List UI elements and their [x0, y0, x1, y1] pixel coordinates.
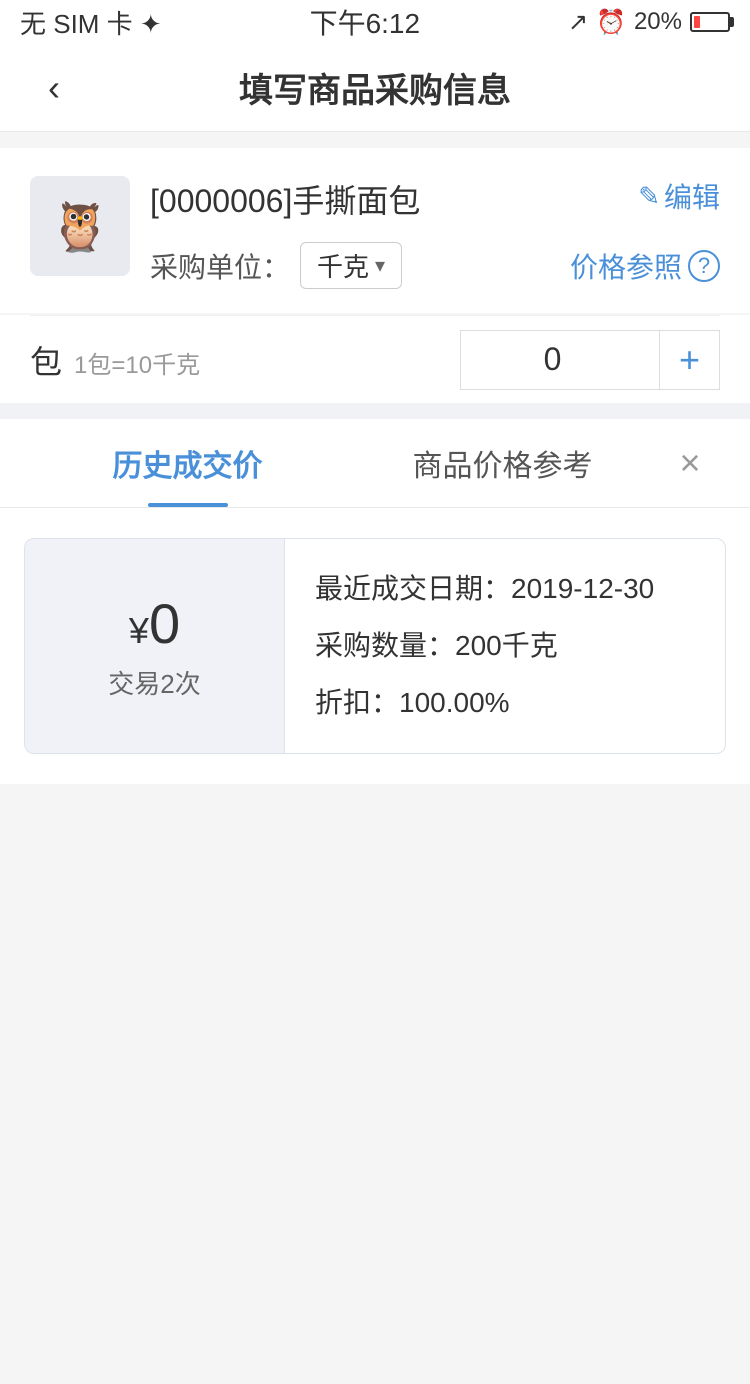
location-icon: ↗: [568, 8, 588, 37]
tab-close-button[interactable]: ×: [660, 433, 720, 493]
history-date-row: 最近成交日期：2019-12-30: [315, 567, 695, 612]
back-button[interactable]: ‹: [24, 58, 84, 118]
product-info: [0000006]手撕面包 ✎ 编辑 采购单位： 千克 ▾ 价格参照: [150, 176, 720, 289]
edit-button[interactable]: ✎ 编辑: [638, 176, 720, 216]
quantity-plus-button[interactable]: +: [660, 330, 720, 390]
history-content: ¥0 交易2次 最近成交日期：2019-12-30 采购数量：200千克 折扣：…: [0, 508, 750, 784]
product-logo-icon: 🦉: [50, 198, 110, 255]
currency-symbol: ¥: [129, 610, 149, 651]
product-name: [0000006]手撕面包: [150, 176, 420, 222]
nav-bar: ‹ 填写商品采购信息: [0, 44, 750, 132]
dropdown-arrow-icon: ▾: [375, 253, 385, 278]
history-card: ¥0 交易2次 最近成交日期：2019-12-30 采购数量：200千克 折扣：…: [24, 538, 726, 754]
history-price-value: ¥0: [129, 591, 180, 656]
status-left: 无 SIM 卡 ✦: [20, 4, 162, 41]
tab-history-price[interactable]: 历史成交价: [30, 419, 345, 507]
edit-icon: ✎: [638, 181, 660, 212]
unit-big: 包: [30, 337, 62, 383]
date-value: 2019-12-30: [511, 573, 654, 604]
tab-panel: 历史成交价 商品价格参考 × ¥0 交易2次 最近成交日期：2019-12-30…: [0, 419, 750, 784]
tab-active-indicator: [148, 503, 228, 507]
page-title: 填写商品采购信息: [239, 63, 511, 112]
section-divider: [0, 403, 750, 419]
status-time: 下午6:12: [310, 2, 421, 42]
quantity-label-text: 采购数量：: [315, 630, 455, 661]
sim-signal: 无 SIM 卡 ✦: [20, 9, 162, 39]
tab-bar: 历史成交价 商品价格参考 ×: [0, 419, 750, 508]
history-price-panel: ¥0 交易2次: [25, 539, 285, 753]
tab-product-price-ref[interactable]: 商品价格参考: [345, 419, 660, 507]
discount-label: 折扣：: [315, 687, 399, 718]
quantity-input[interactable]: [460, 330, 660, 390]
alarm-icon: ⏰: [596, 8, 626, 37]
quantity-detail-value: 200千克: [455, 630, 558, 661]
unit-selector[interactable]: 千克 ▾: [300, 242, 402, 289]
history-trade-count: 交易2次: [108, 664, 200, 701]
history-detail-panel: 最近成交日期：2019-12-30 采购数量：200千克 折扣：100.00%: [285, 539, 725, 753]
quantity-section: 包 1包=10千克 +: [0, 315, 750, 403]
unit-label: 采购单位： 千克 ▾: [150, 242, 402, 289]
history-quantity-row: 采购数量：200千克: [315, 624, 695, 669]
discount-value: 100.00%: [399, 687, 510, 718]
product-thumbnail: 🦉: [30, 176, 130, 276]
main-background: [0, 784, 750, 1384]
help-icon: ?: [688, 250, 720, 282]
history-discount-row: 折扣：100.00%: [315, 681, 695, 726]
status-right: ↗ ⏰ 20%: [568, 8, 730, 37]
battery-percent: 20%: [634, 8, 682, 36]
edit-label: 编辑: [664, 176, 720, 216]
price-ref-link[interactable]: 价格参照 ?: [570, 246, 720, 286]
unit-sub: 1包=10千克: [74, 345, 200, 380]
tab-price-ref-label: 商品价格参考: [413, 441, 593, 485]
battery-indicator: [690, 12, 730, 32]
unit-value: 千克: [317, 247, 369, 284]
price-ref-label: 价格参照: [570, 246, 682, 286]
status-bar: 无 SIM 卡 ✦ 下午6:12 ↗ ⏰ 20%: [0, 0, 750, 44]
tab-history-label: 历史成交价: [113, 441, 263, 485]
quantity-input-group: +: [460, 330, 720, 390]
product-card: 🦉 [0000006]手撕面包 ✎ 编辑 采购单位： 千克 ▾: [0, 148, 750, 313]
date-label: 最近成交日期：: [315, 573, 511, 604]
quantity-label: 包 1包=10千克: [30, 337, 200, 383]
